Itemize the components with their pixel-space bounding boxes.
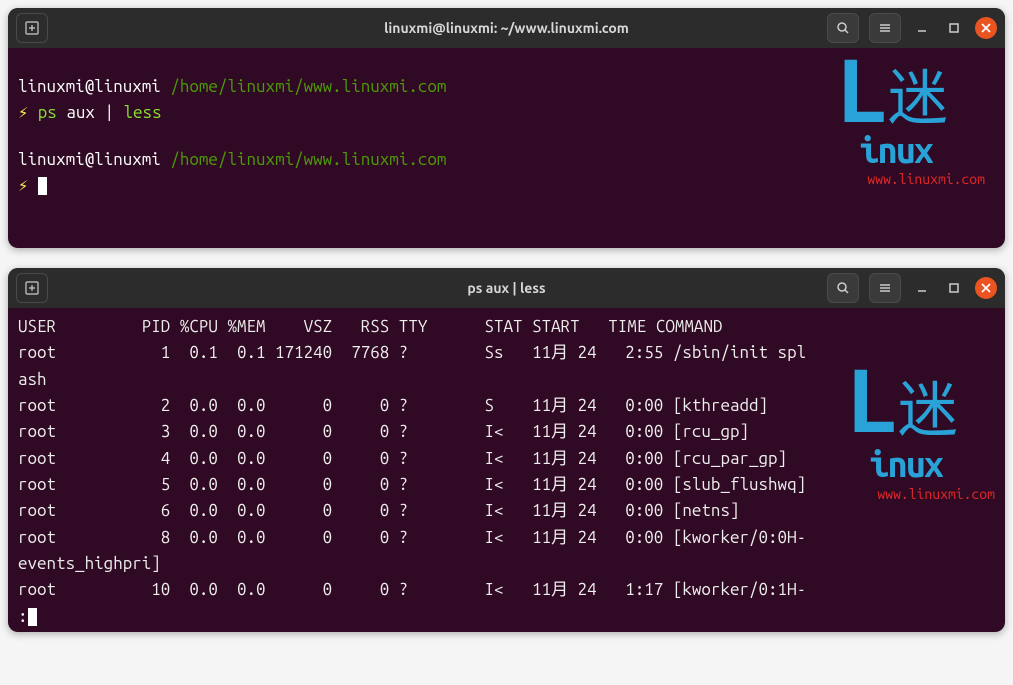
cmd-ps: ps — [38, 103, 57, 122]
maximize-button[interactable] — [943, 277, 965, 299]
close-button[interactable] — [975, 277, 997, 299]
new-tab-button[interactable] — [16, 13, 48, 43]
terminal-window-1: linuxmi@linuxmi: ~/www.linuxmi.com L迷 — [8, 8, 1005, 248]
maximize-button[interactable] — [943, 17, 965, 39]
prompt-path: /home/linuxmi/www.linuxmi.com — [170, 77, 446, 96]
close-button[interactable] — [975, 17, 997, 39]
prompt-line-1: linuxmi@linuxmi /home/linuxmi/www.linuxm… — [18, 74, 995, 100]
command-line-2: ⚡ — [18, 173, 995, 199]
cmd-args: aux — [66, 103, 95, 122]
minimize-button[interactable] — [911, 17, 933, 39]
menu-button[interactable] — [869, 273, 901, 303]
search-button[interactable] — [827, 13, 859, 43]
window-title: ps aux | less — [467, 280, 545, 296]
terminal-window-2: ps aux | less L迷 inux — [8, 268, 1005, 632]
cmd-less: less — [124, 103, 162, 122]
new-tab-button[interactable] — [16, 273, 48, 303]
terminal-body-2[interactable]: L迷 inux www.linuxmi.com USER PID %CPU %M… — [8, 308, 1005, 632]
less-prompt-line: : — [18, 604, 995, 630]
ps-output: USER PID %CPU %MEM VSZ RSS TTY STAT STAR… — [18, 314, 995, 604]
lightning-icon: ⚡ — [18, 103, 28, 122]
window-title: linuxmi@linuxmi: ~/www.linuxmi.com — [384, 20, 629, 36]
lightning-icon: ⚡ — [18, 176, 28, 195]
titlebar: ps aux | less — [8, 268, 1005, 308]
minimize-button[interactable] — [911, 277, 933, 299]
prompt-user: linuxmi — [18, 77, 85, 96]
cmd-pipe: | — [104, 103, 114, 122]
titlebar: linuxmi@linuxmi: ~/www.linuxmi.com — [8, 8, 1005, 48]
prompt-line-2: linuxmi@linuxmi /home/linuxmi/www.linuxm… — [18, 147, 995, 173]
cursor — [38, 177, 47, 195]
cursor — [28, 608, 37, 626]
terminal-body-1[interactable]: L迷 inux www.linuxmi.com linuxmi@linuxmi … — [8, 48, 1005, 248]
less-prompt: : — [18, 607, 28, 626]
menu-button[interactable] — [869, 13, 901, 43]
search-button[interactable] — [827, 273, 859, 303]
command-line-1: ⚡ ps aux | less — [18, 100, 995, 126]
prompt-host: linuxmi — [94, 77, 161, 96]
